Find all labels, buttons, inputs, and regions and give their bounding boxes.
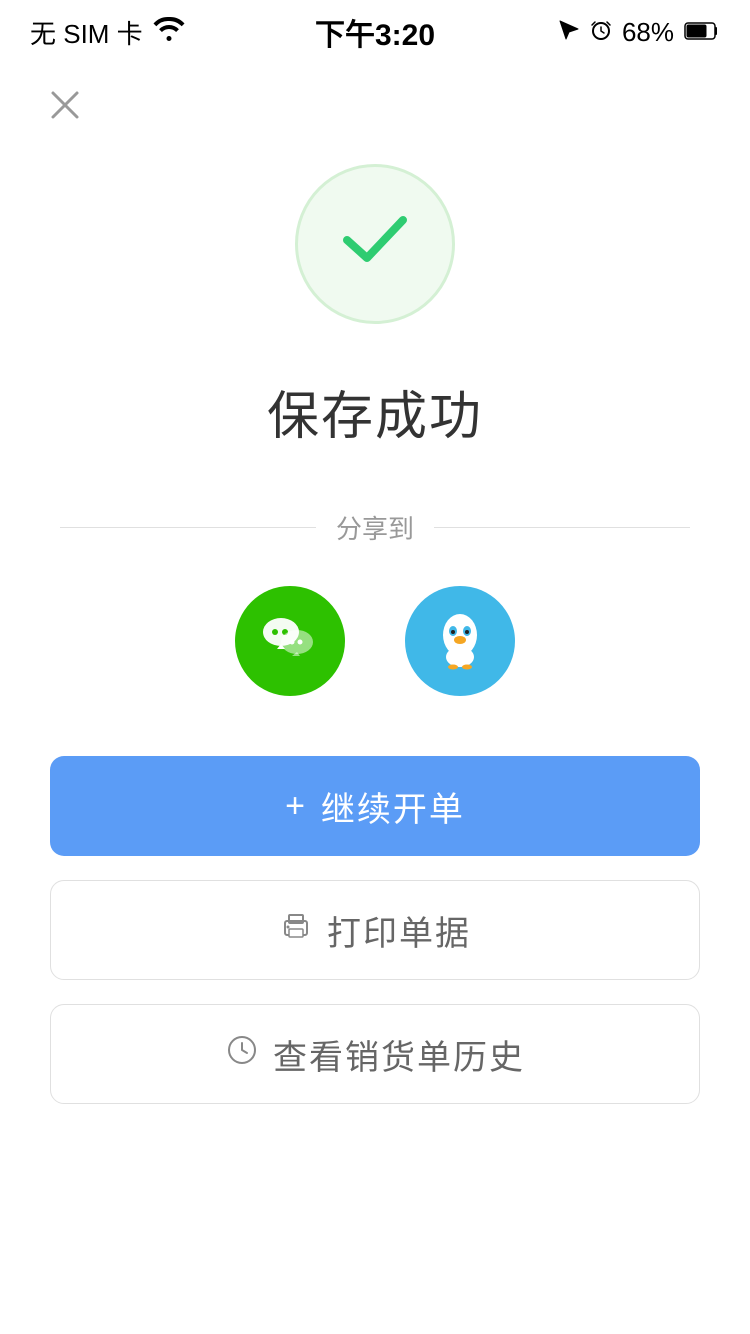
share-divider: 分享到: [0, 509, 750, 546]
share-label: 分享到: [316, 509, 434, 546]
status-bar: 无 SIM 卡 下午3:20 68%: [0, 0, 750, 64]
checkmark-icon: [335, 198, 415, 291]
location-icon: [558, 17, 580, 48]
close-button[interactable]: [40, 80, 90, 130]
plus-icon: +: [285, 787, 307, 826]
print-icon: [279, 909, 313, 952]
divider-left: [60, 527, 316, 528]
battery-icon: [684, 17, 720, 48]
alarm-icon: [590, 17, 612, 48]
main-content: 保存成功 分享到: [0, 64, 750, 1104]
qq-share-button[interactable]: [405, 586, 515, 696]
share-icons-row: [235, 586, 515, 696]
status-left: 无 SIM 卡: [30, 14, 185, 51]
status-right: 68%: [558, 17, 720, 48]
continue-label: 继续开单: [321, 782, 465, 831]
wechat-share-button[interactable]: [235, 586, 345, 696]
history-button[interactable]: 查看销货单历史: [50, 1004, 700, 1104]
history-icon: [225, 1033, 259, 1076]
no-sim-label: 无 SIM 卡: [30, 14, 143, 51]
status-time: 下午3:20: [315, 10, 435, 54]
history-label: 查看销货单历史: [273, 1030, 525, 1079]
continue-button[interactable]: + 继续开单: [50, 756, 700, 856]
success-title: 保存成功: [267, 374, 483, 449]
divider-right: [434, 527, 690, 528]
battery-label: 68%: [622, 17, 674, 48]
print-label: 打印单据: [327, 906, 471, 955]
share-section: 分享到: [0, 509, 750, 696]
actions-section: + 继续开单 打印单据 查看销货单历史: [0, 756, 750, 1104]
print-button[interactable]: 打印单据: [50, 880, 700, 980]
success-icon-circle: [295, 164, 455, 324]
wifi-icon: [153, 16, 185, 49]
